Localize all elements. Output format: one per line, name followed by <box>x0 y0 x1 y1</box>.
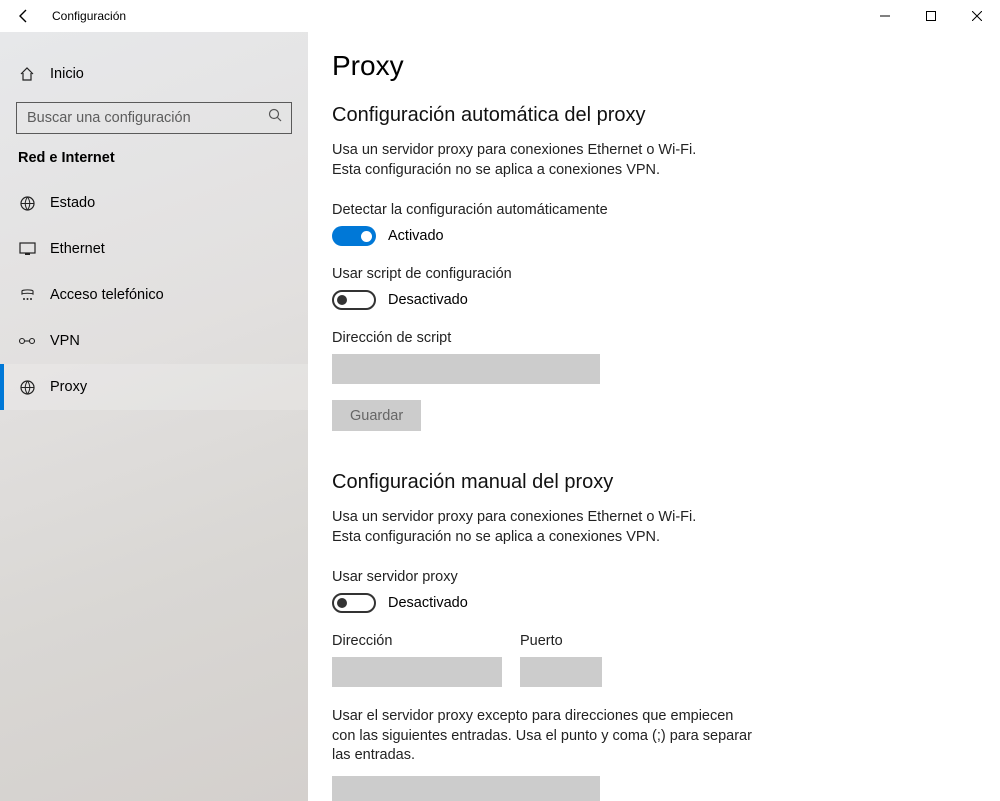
detect-label: Detectar la configuración automáticament… <box>332 202 970 218</box>
main-content: Proxy Configuración automática del proxy… <box>308 32 1000 801</box>
titlebar: Configuración <box>0 0 1000 32</box>
sidebar-item-label: Estado <box>50 195 95 211</box>
save-button-auto[interactable]: Guardar <box>332 400 421 431</box>
section-manual-heading: Configuración manual del proxy <box>332 471 970 494</box>
dialup-icon <box>18 288 36 302</box>
sidebar-item-label: VPN <box>50 333 80 349</box>
use-proxy-label: Usar servidor proxy <box>332 569 970 585</box>
back-button[interactable] <box>12 4 36 28</box>
monitor-icon <box>18 195 36 212</box>
sidebar-item-ethernet[interactable]: Ethernet <box>0 226 308 272</box>
sidebar-section-title: Red e Internet <box>0 150 308 180</box>
globe-icon <box>18 379 36 396</box>
sidebar-item-label: Acceso telefónico <box>50 287 164 303</box>
use-proxy-toggle[interactable] <box>332 593 376 613</box>
section-auto-desc: Usa un servidor proxy para conexiones Et… <box>332 141 702 180</box>
sidebar-item-label: Ethernet <box>50 241 105 257</box>
sidebar-item-proxy[interactable]: Proxy <box>0 364 308 410</box>
script-toggle[interactable] <box>332 290 376 310</box>
search-icon <box>268 108 283 128</box>
sidebar-item-label: Proxy <box>50 379 87 395</box>
script-address-label: Dirección de script <box>332 330 970 346</box>
ethernet-icon <box>18 242 36 256</box>
search-input[interactable] <box>17 110 291 126</box>
detect-state: Activado <box>388 228 444 244</box>
close-button[interactable] <box>954 0 1000 32</box>
page-title: Proxy <box>332 50 970 82</box>
detect-toggle[interactable] <box>332 226 376 246</box>
sidebar-item-estado[interactable]: Estado <box>0 180 308 226</box>
sidebar-home-label: Inicio <box>50 66 84 82</box>
minimize-button[interactable] <box>862 0 908 32</box>
exceptions-label: Usar el servidor proxy excepto para dire… <box>332 707 752 766</box>
home-icon <box>18 66 36 82</box>
script-state: Desactivado <box>388 292 468 308</box>
sidebar-home[interactable]: Inicio <box>0 52 308 96</box>
sidebar: Inicio Red e Internet Estado Ethernet <box>0 32 308 801</box>
sidebar-item-acceso-telefonico[interactable]: Acceso telefónico <box>0 272 308 318</box>
maximize-button[interactable] <box>908 0 954 32</box>
script-address-input[interactable] <box>332 354 600 384</box>
sidebar-item-vpn[interactable]: VPN <box>0 318 308 364</box>
section-manual-desc: Usa un servidor proxy para conexiones Et… <box>332 508 702 547</box>
vpn-icon <box>18 335 36 347</box>
section-auto-heading: Configuración automática del proxy <box>332 104 970 127</box>
sidebar-search[interactable] <box>16 102 292 134</box>
address-label: Dirección <box>332 633 502 649</box>
script-toggle-label: Usar script de configuración <box>332 266 970 282</box>
window-title: Configuración <box>52 9 126 23</box>
port-label: Puerto <box>520 633 602 649</box>
address-input[interactable] <box>332 657 502 687</box>
exceptions-input[interactable] <box>332 776 600 801</box>
use-proxy-state: Desactivado <box>388 595 468 611</box>
port-input[interactable] <box>520 657 602 687</box>
